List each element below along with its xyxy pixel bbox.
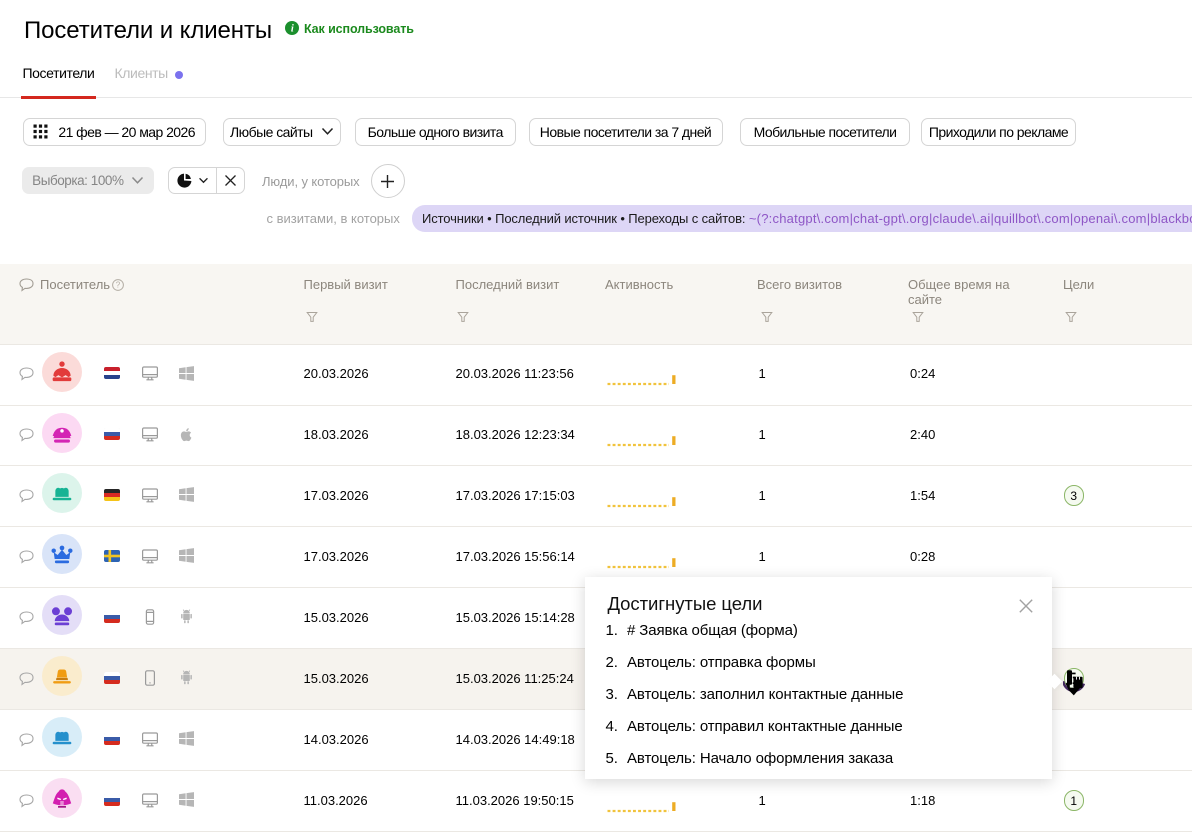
- svg-text:i: i: [290, 24, 293, 35]
- svg-text:?: ?: [116, 281, 121, 290]
